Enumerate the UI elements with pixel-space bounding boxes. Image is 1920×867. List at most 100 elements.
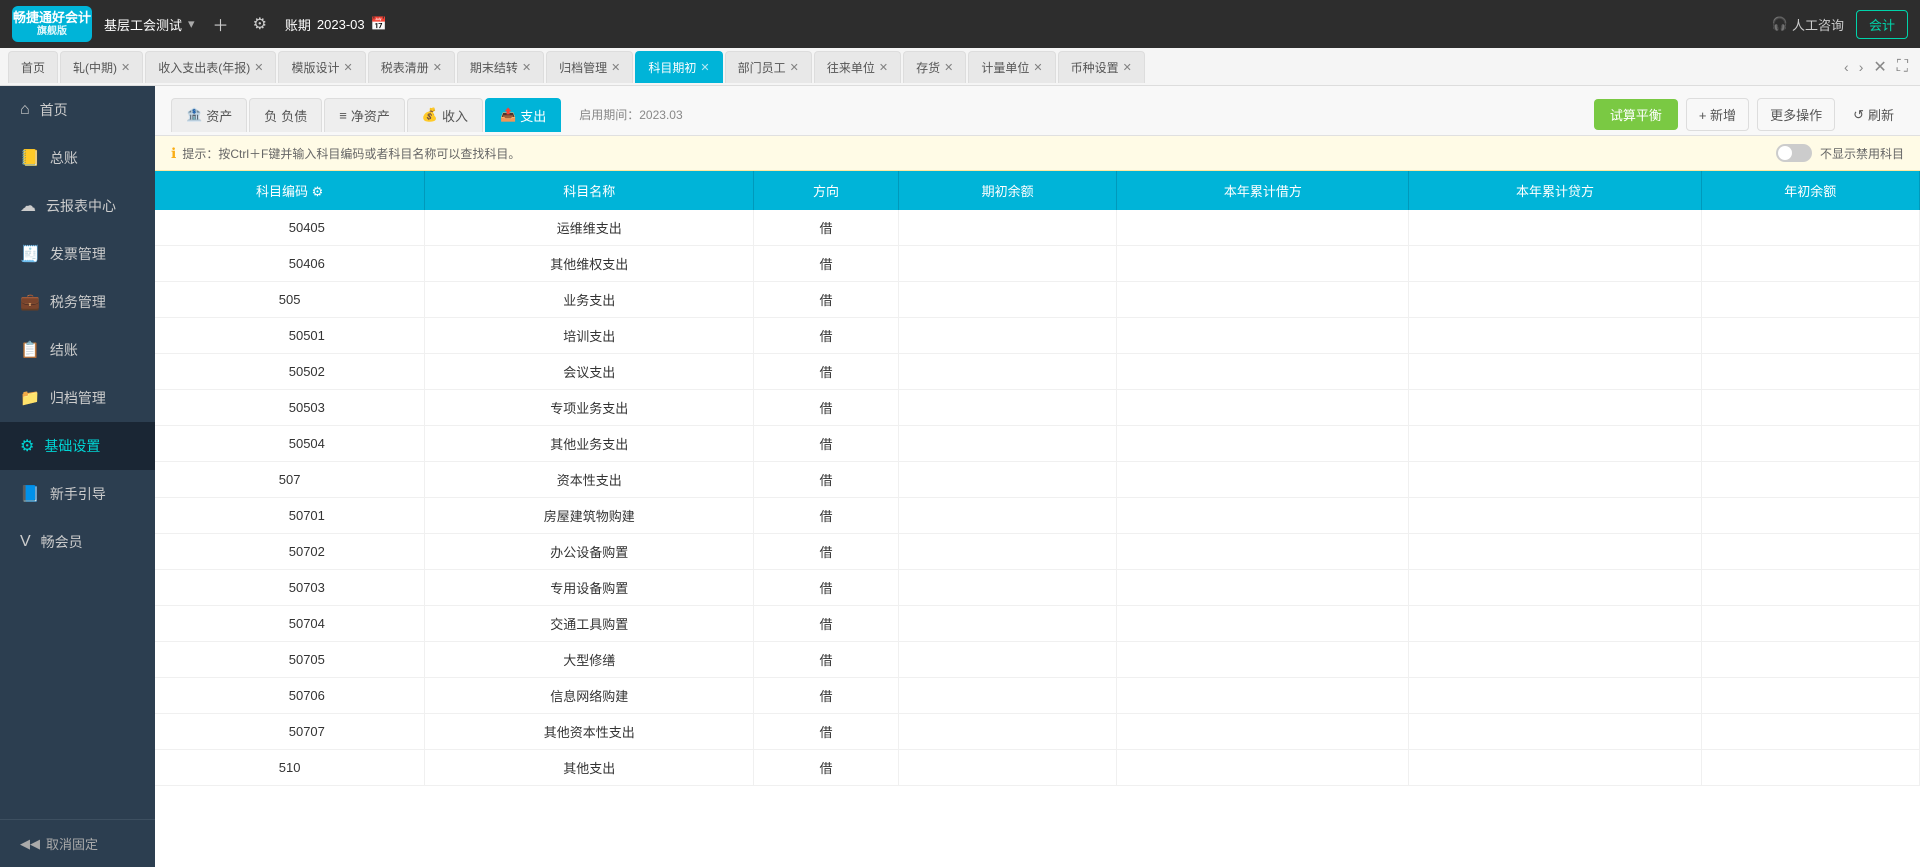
sidebar-item-jiezhang[interactable]: 📋 结账 [0,326,155,374]
sub-tab-zichan[interactable]: 🏦 资产 [171,98,247,132]
tab-moban[interactable]: 模版设计 ✕ [278,51,365,83]
toggle-disabled-subjects[interactable] [1776,144,1812,162]
table-row[interactable]: 510 其他支出 借 [155,750,1920,786]
table-row[interactable]: 50702 办公设备购置 借 [155,534,1920,570]
close-icon[interactable]: ✕ [121,61,130,74]
table-row[interactable]: 505 业务支出 借 [155,282,1920,318]
cell-code: 50405 [155,210,425,246]
tab-shouru[interactable]: 收入支出表(年报) ✕ [145,51,276,83]
sidebar-item-home[interactable]: ⌂ 首页 [0,86,155,134]
tab-prev-button[interactable]: ‹ [1840,57,1853,77]
close-icon[interactable]: ✕ [254,61,263,74]
close-icon[interactable]: ✕ [522,61,531,74]
table-row[interactable]: 50705 大型修缮 借 [155,642,1920,678]
column-settings-icon[interactable]: ⚙ [312,184,324,200]
add-button[interactable]: + 新增 [1686,98,1749,131]
tab-kemuqichu[interactable]: 科目期初 ✕ [635,51,722,83]
table-row[interactable]: 50707 其他资本性支出 借 [155,714,1920,750]
sidebar-item-huiyuan[interactable]: V 畅会员 [0,518,155,566]
tab-guidang[interactable]: 归档管理 ✕ [546,51,633,83]
close-icon[interactable]: ✕ [343,61,352,74]
close-icon[interactable]: ✕ [433,61,442,74]
tab-home[interactable]: 首页 [8,51,58,83]
tab-close-all-button[interactable]: ✕ [1869,55,1890,79]
cell-nianchu [1701,282,1919,318]
subjects-table: 科目编码 ⚙ 科目名称 方向 期初余额 本年累计借方 本年累计贷方 年初余额 5… [155,171,1920,786]
table-row[interactable]: 507 资本性支出 借 [155,462,1920,498]
close-icon[interactable]: ✕ [944,61,953,74]
table-row[interactable]: 50504 其他业务支出 借 [155,426,1920,462]
refresh-button[interactable]: ↺ 刷新 [1843,99,1904,130]
sidebar-item-baobiao[interactable]: ☁ 云报表中心 [0,182,155,230]
sidebar-item-guidang[interactable]: 📁 归档管理 [0,374,155,422]
add-project-button[interactable]: ＋ [207,8,235,40]
table-row[interactable]: 50706 信息网络购建 借 [155,678,1920,714]
sidebar-item-jichushezhi[interactable]: ⚙ 基础设置 [0,422,155,470]
help-label: 人工咨询 [1792,15,1844,34]
cell-name: 会议支出 [425,354,754,390]
settings-icon[interactable]: ⚙ [247,10,273,38]
tab-shouru-label: 收入支出表(年报) [158,59,250,76]
cell-direction: 借 [754,606,899,642]
sidebar-item-shuiwu[interactable]: 💼 税务管理 [0,278,155,326]
sub-tab-fuzhai[interactable]: 负 负债 [249,98,322,132]
tab-qimo[interactable]: 期末结转 ✕ [457,51,544,83]
close-icon[interactable]: ✕ [611,61,620,74]
close-icon[interactable]: ✕ [1123,61,1132,74]
tab-shuibiao[interactable]: 税表清册 ✕ [368,51,455,83]
project-selector[interactable]: 基层工会测试 ▾ [104,15,195,34]
table-row[interactable]: 50703 专用设备购置 借 [155,570,1920,606]
sidebar-item-xinshou[interactable]: 📘 新手引导 [0,470,155,518]
table-row[interactable]: 50701 房屋建筑物购建 借 [155,498,1920,534]
cell-leijidai [1409,426,1701,462]
table-row[interactable]: 50501 培训支出 借 [155,318,1920,354]
tab-shuibiao-label: 税表清册 [381,59,429,76]
cell-leijidai [1409,606,1701,642]
sub-tab-jingzichan[interactable]: ≡ 净资产 [324,98,405,132]
table-row[interactable]: 50502 会议支出 借 [155,354,1920,390]
cell-name: 运维维支出 [425,210,754,246]
tab-bumen[interactable]: 部门员工 ✕ [725,51,812,83]
sidebar-item-zhangbu[interactable]: 📒 总账 [0,134,155,182]
cell-qichu [898,354,1116,390]
calendar-icon[interactable]: 📅 [371,16,387,32]
table-row[interactable]: 50406 其他维权支出 借 [155,246,1920,282]
period-info: 账期 2023-03 📅 [285,15,387,34]
period-label: 账期 [285,15,311,34]
sidebar-collapse-button[interactable]: ◀◀ 取消固定 [0,819,155,867]
cell-direction: 借 [754,282,899,318]
cell-code: 50502 [155,354,425,390]
tab-bizhong[interactable]: 币种设置 ✕ [1058,51,1145,83]
cell-direction: 借 [754,534,899,570]
sub-tab-shouru[interactable]: 💰 收入 [407,98,483,132]
cell-name: 业务支出 [425,282,754,318]
help-button[interactable]: 🎧 人工咨询 [1772,15,1844,34]
tab-jiliang[interactable]: 计量单位 ✕ [968,51,1055,83]
close-icon[interactable]: ✕ [1033,61,1042,74]
archive-icon: 📁 [20,388,40,408]
tab-cunkuo[interactable]: 存货 ✕ [903,51,966,83]
balance-button[interactable]: 试算平衡 [1594,99,1678,130]
table-row[interactable]: 50405 运维维支出 借 [155,210,1920,246]
more-button[interactable]: 更多操作 [1757,98,1835,131]
close-icon[interactable]: ✕ [790,61,799,74]
table-row[interactable]: 50503 专项业务支出 借 [155,390,1920,426]
table-row[interactable]: 50704 交通工具购置 借 [155,606,1920,642]
sub-tab-zhichu[interactable]: 📤 支出 [485,98,561,132]
close-icon[interactable]: ✕ [700,61,709,74]
tab-next-button[interactable]: › [1855,57,1868,77]
cell-leijidai [1409,642,1701,678]
cell-leijizjie [1117,282,1409,318]
sidebar-item-fapiao[interactable]: 🧾 发票管理 [0,230,155,278]
cell-qichu [898,534,1116,570]
cell-leijidai [1409,534,1701,570]
close-icon[interactable]: ✕ [879,61,888,74]
cell-nianchu [1701,750,1919,786]
cell-leijizjie [1117,606,1409,642]
cell-direction: 借 [754,426,899,462]
tab-qimo-label: 期末结转 [470,59,518,76]
tab-zhongqi[interactable]: 轧(中期) ✕ [60,51,143,83]
tab-laiwang[interactable]: 往来单位 ✕ [814,51,901,83]
kuaiji-button[interactable]: 会计 [1856,10,1908,39]
tab-expand-button[interactable]: ⛶ [1893,56,1912,78]
